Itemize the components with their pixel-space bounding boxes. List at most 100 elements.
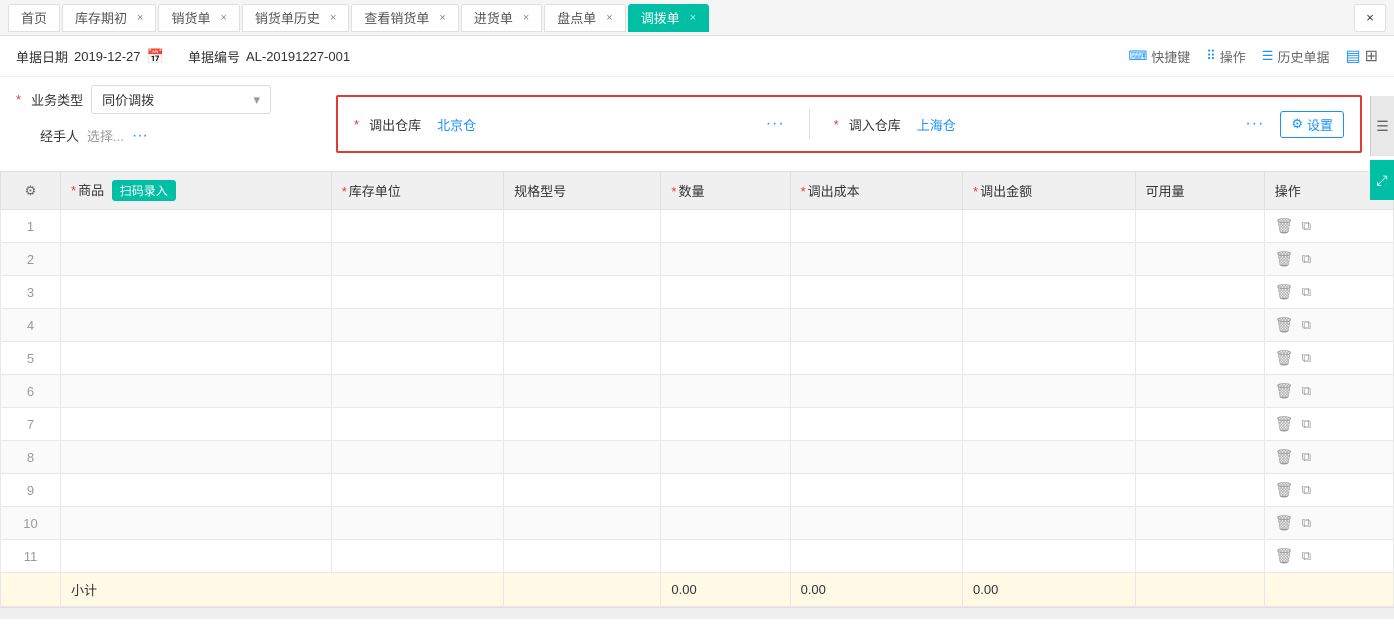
middle-section: * 业务类型 同价调拨 ▾ 经手人 选择... ··· * 调出仓库 北京仓 ·… xyxy=(0,77,1394,171)
business-type-label: 业务类型 xyxy=(31,90,83,109)
sidebar-list-btn[interactable]: ☰ xyxy=(1370,96,1394,156)
th-qty: *数量 xyxy=(661,172,790,210)
tab-inventory-check[interactable]: 盘点单 × xyxy=(544,4,625,32)
tab-transfer[interactable]: 调拨单 × xyxy=(628,4,709,32)
horizontal-scrollbar[interactable] xyxy=(0,607,1394,619)
number-label: 单据编号 xyxy=(188,47,240,66)
table-row: 6 🗑 ⧉ xyxy=(1,375,1394,408)
th-cost: *调出成本 xyxy=(790,172,962,210)
sidebar-list-icon: ☰ xyxy=(1376,118,1389,135)
delete-icon-8[interactable]: 🗑 xyxy=(1275,448,1294,466)
close-transfer-tab[interactable]: × xyxy=(690,12,696,24)
business-type-select[interactable]: 同价调拨 ▾ xyxy=(91,85,271,114)
copy-icon-5[interactable]: ⧉ xyxy=(1302,350,1311,366)
tab-sales-order[interactable]: 销货单 × xyxy=(158,4,239,32)
tab-inventory-init[interactable]: 库存期初 × xyxy=(62,4,156,32)
warehouse-divider xyxy=(809,109,810,139)
close-sales-order-tab[interactable]: × xyxy=(220,12,226,24)
cell-qty-3 xyxy=(661,276,790,309)
copy-icon-10[interactable]: ⧉ xyxy=(1302,515,1311,531)
tab-sales-history[interactable]: 销货单历史 × xyxy=(242,4,349,32)
history-btn[interactable]: ☰ 历史单据 xyxy=(1262,47,1330,66)
cell-product-3[interactable] xyxy=(61,276,332,309)
cell-spec-1 xyxy=(504,210,661,243)
copy-icon-8[interactable]: ⧉ xyxy=(1302,449,1311,465)
subtotal-row: 小计 0.00 0.00 0.00 xyxy=(1,573,1394,607)
person-field: 经手人 选择... ··· xyxy=(40,126,296,145)
cell-product-5[interactable] xyxy=(61,342,332,375)
subtotal-spec xyxy=(504,573,661,607)
layout-icon-1[interactable]: ▤ xyxy=(1345,46,1360,66)
cell-product-11[interactable] xyxy=(61,540,332,573)
close-sales-history-tab[interactable]: × xyxy=(330,12,336,24)
delete-icon-1[interactable]: 🗑 xyxy=(1275,217,1294,235)
cell-amount-1 xyxy=(963,210,1135,243)
sidebar-expand-btn[interactable]: ⤢ xyxy=(1370,160,1394,200)
cell-num-7: 7 xyxy=(1,408,61,441)
number-value: AL-20191227-001 xyxy=(246,49,350,64)
copy-icon-6[interactable]: ⧉ xyxy=(1302,383,1311,399)
cell-spec-2 xyxy=(504,243,661,276)
close-window-btn[interactable]: × xyxy=(1354,4,1386,32)
close-view-sales-tab[interactable]: × xyxy=(439,12,445,24)
cell-action-4: 🗑 ⧉ xyxy=(1264,309,1393,342)
cell-spec-10 xyxy=(504,507,661,540)
cell-unit-7 xyxy=(331,408,503,441)
cell-product-10[interactable] xyxy=(61,507,332,540)
close-inventory-check-tab[interactable]: × xyxy=(606,12,612,24)
copy-icon-7[interactable]: ⧉ xyxy=(1302,416,1311,432)
cell-product-9[interactable] xyxy=(61,474,332,507)
cell-available-2 xyxy=(1135,243,1264,276)
in-more-btn[interactable]: ··· xyxy=(1245,115,1264,133)
th-amount: *调出金额 xyxy=(963,172,1135,210)
cell-product-1[interactable] xyxy=(61,210,332,243)
close-purchase-tab[interactable]: × xyxy=(523,12,529,24)
cell-available-7 xyxy=(1135,408,1264,441)
cell-available-3 xyxy=(1135,276,1264,309)
cell-product-6[interactable] xyxy=(61,375,332,408)
delete-icon-5[interactable]: 🗑 xyxy=(1275,349,1294,367)
copy-icon-4[interactable]: ⧉ xyxy=(1302,317,1311,333)
cell-num-1: 1 xyxy=(1,210,61,243)
close-inventory-init-tab[interactable]: × xyxy=(137,12,143,24)
copy-icon-3[interactable]: ⧉ xyxy=(1302,284,1311,300)
cell-action-5: 🗑 ⧉ xyxy=(1264,342,1393,375)
delete-icon-9[interactable]: 🗑 xyxy=(1275,481,1294,499)
cell-product-4[interactable] xyxy=(61,309,332,342)
delete-icon-2[interactable]: 🗑 xyxy=(1275,250,1294,268)
cell-product-2[interactable] xyxy=(61,243,332,276)
form-header: 单据日期 2019-12-27 📅 单据编号 AL-20191227-001 ⌨… xyxy=(0,36,1394,77)
cell-cost-9 xyxy=(790,474,962,507)
cell-qty-10 xyxy=(661,507,790,540)
tab-home[interactable]: 首页 xyxy=(8,4,60,32)
copy-icon-9[interactable]: ⧉ xyxy=(1302,482,1311,498)
copy-icon-11[interactable]: ⧉ xyxy=(1302,548,1311,564)
business-type-required: * xyxy=(16,92,21,107)
settings-btn[interactable]: ⚙ 设置 xyxy=(1280,111,1344,138)
tab-view-sales[interactable]: 查看销货单 × xyxy=(351,4,458,32)
cell-amount-3 xyxy=(963,276,1135,309)
person-more-icon[interactable]: ··· xyxy=(132,127,148,145)
tab-bar: 首页 库存期初 × 销货单 × 销货单历史 × 查看销货单 × 进货单 × 盘点… xyxy=(0,0,1394,36)
shortcut-btn[interactable]: ⌨ 快捷键 xyxy=(1128,47,1190,66)
delete-icon-7[interactable]: 🗑 xyxy=(1275,415,1294,433)
tab-purchase[interactable]: 进货单 × xyxy=(461,4,542,32)
scan-input-btn[interactable]: 扫码录入 xyxy=(112,180,176,201)
delete-icon-11[interactable]: 🗑 xyxy=(1275,547,1294,565)
cell-product-7[interactable] xyxy=(61,408,332,441)
calendar-icon[interactable]: 📅 xyxy=(147,48,164,65)
delete-icon-3[interactable]: 🗑 xyxy=(1275,283,1294,301)
cell-num-6: 6 xyxy=(1,375,61,408)
out-more-btn[interactable]: ··· xyxy=(766,115,785,133)
delete-icon-4[interactable]: 🗑 xyxy=(1275,316,1294,334)
delete-icon-10[interactable]: 🗑 xyxy=(1275,514,1294,532)
person-select[interactable]: 选择... xyxy=(87,126,124,145)
cell-product-8[interactable] xyxy=(61,441,332,474)
operation-btn[interactable]: ⠿ 操作 xyxy=(1206,47,1246,66)
copy-icon-2[interactable]: ⧉ xyxy=(1302,251,1311,267)
delete-icon-6[interactable]: 🗑 xyxy=(1275,382,1294,400)
column-settings-icon[interactable]: ⚙ xyxy=(25,183,37,198)
table-row: 7 🗑 ⧉ xyxy=(1,408,1394,441)
copy-icon-1[interactable]: ⧉ xyxy=(1302,218,1311,234)
history-icon: ☰ xyxy=(1262,48,1274,64)
